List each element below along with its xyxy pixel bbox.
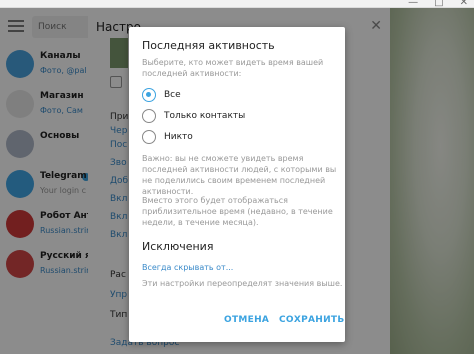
close-window-icon[interactable]: ✕ bbox=[460, 0, 468, 8]
window-titlebar: — □ ✕ bbox=[0, 0, 474, 8]
radio-nobody[interactable] bbox=[142, 130, 156, 144]
exceptions-hint: Эти настройки переопределят значения выш… bbox=[142, 279, 343, 288]
minimize-icon[interactable]: — bbox=[408, 0, 418, 8]
dialog-note-approx: Вместо этого будет отображаться приблизи… bbox=[142, 196, 333, 227]
cancel-button[interactable]: ОТМЕНА bbox=[224, 315, 269, 325]
dialog-note-important: Важно: вы не сможете увидеть время после… bbox=[142, 154, 337, 196]
save-button[interactable]: СОХРАНИТЬ bbox=[279, 315, 345, 325]
dialog-subtitle: Выберите, кто может видеть время вашей п… bbox=[142, 58, 324, 78]
radio-everybody[interactable] bbox=[142, 88, 156, 102]
always-hide-link[interactable]: Всегда скрывать от... bbox=[142, 263, 233, 272]
option-everybody[interactable]: Все bbox=[142, 87, 181, 103]
dialog-title: Последняя активность bbox=[142, 39, 275, 52]
last-seen-dialog: Последняя активность Выберите, кто может… bbox=[129, 27, 345, 342]
exceptions-title: Исключения bbox=[142, 240, 214, 253]
option-label: Никто bbox=[164, 132, 193, 142]
radio-contacts[interactable] bbox=[142, 109, 156, 123]
option-contacts[interactable]: Только контакты bbox=[142, 108, 245, 124]
window-controls: — □ ✕ bbox=[408, 0, 468, 8]
option-nobody[interactable]: Никто bbox=[142, 129, 193, 145]
option-label: Только контакты bbox=[164, 111, 246, 121]
option-label: Все bbox=[164, 90, 181, 100]
maximize-icon[interactable]: □ bbox=[434, 0, 443, 8]
